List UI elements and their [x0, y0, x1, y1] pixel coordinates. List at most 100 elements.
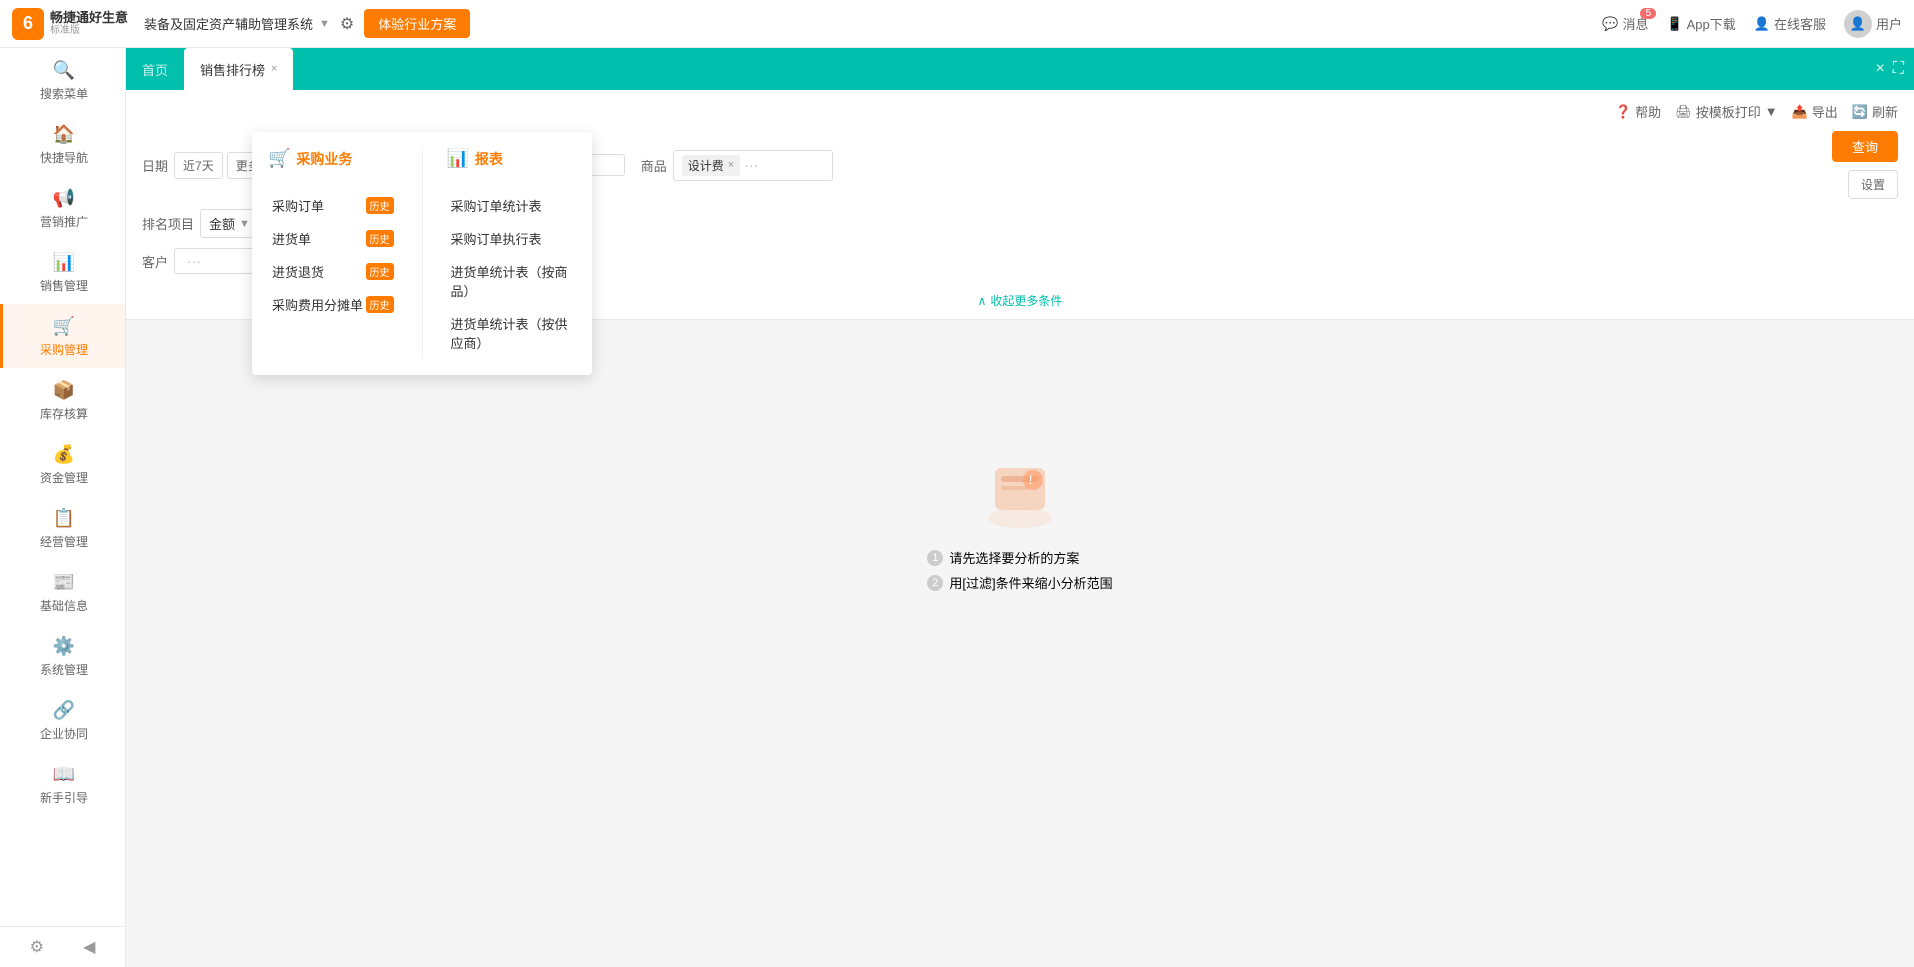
export-icon: 📤 [1792, 104, 1808, 120]
purchase-col-label: 采购业务 [296, 149, 352, 169]
refresh-button[interactable]: 🔄 刷新 [1852, 102, 1898, 121]
dropdown-item-purchase-stat[interactable]: 采购订单统计表 [447, 189, 577, 222]
sidebar-item-search[interactable]: 🔍 搜索菜单 [0, 48, 125, 112]
message-button[interactable]: 💬 消息 5 [1602, 14, 1648, 33]
user-label: 用户 [1876, 14, 1902, 33]
dropdown-item-expense[interactable]: 采购费用分摊单 历史 [268, 288, 398, 321]
dropdown-item-purchase-order[interactable]: 采购订单 历史 [268, 189, 398, 222]
sidebar-item-finance[interactable]: 💰 资金管理 [0, 432, 125, 496]
sidebar-item-sales[interactable]: 📊 销售管理 [0, 240, 125, 304]
ranking-label: 排名项目 [142, 214, 194, 233]
close-icon[interactable]: × [1875, 60, 1884, 78]
sidebar-item-quick-nav[interactable]: 🏠 快捷导航 [0, 112, 125, 176]
query-button[interactable]: 查询 [1832, 131, 1898, 162]
chevron-down-icon: ▼ [239, 218, 250, 230]
main-area: 🔍 搜索菜单 🏠 快捷导航 📢 营销推广 📊 销售管理 🛒 采购管理 📦 [0, 48, 1914, 967]
sidebar-item-system[interactable]: ⚙️ 系统管理 [0, 624, 125, 688]
empty-hints: 1 请先选择要分析的方案 2 用[过滤]条件来缩小分析范围 [927, 548, 1112, 592]
sidebar-item-label: 营销推广 [40, 213, 88, 230]
svg-text:!: ! [1029, 473, 1032, 487]
tab-sales-rank[interactable]: 销售排行榜 × [184, 48, 293, 90]
headset-icon: 👤 [1754, 16, 1770, 32]
hist-badge: 历史 [366, 296, 394, 313]
app-download-label: App下载 [1687, 14, 1736, 33]
sidebar-item-purchase[interactable]: 🛒 采购管理 [0, 304, 125, 368]
top-bar-right: 💬 消息 5 📱 App下载 👤 在线客服 👤 用户 [1602, 10, 1902, 38]
settings-icon[interactable]: ⚙ [30, 937, 44, 957]
purchase-col-icon: 🛒 [268, 148, 290, 169]
export-button[interactable]: 📤 导出 [1792, 102, 1838, 121]
online-service-button[interactable]: 👤 在线客服 [1754, 14, 1826, 33]
sidebar-item-guide[interactable]: 📖 新手引导 [0, 752, 125, 816]
hist-badge: 历史 [366, 263, 394, 280]
message-icon: 💬 [1602, 16, 1618, 32]
home-icon: 🏠 [53, 124, 75, 145]
sidebar-item-operation[interactable]: 📋 经营管理 [0, 496, 125, 560]
print-icon: 🖨 [1675, 104, 1692, 120]
empty-illustration: ! [975, 448, 1065, 538]
print-button[interactable]: 🖨 按模板打印 ▼ [1675, 102, 1777, 121]
help-icon: ❓ [1615, 104, 1631, 120]
collapse-label: 收起更多条件 [990, 292, 1062, 309]
sidebar-item-label: 基础信息 [40, 597, 88, 614]
tab-close-icon[interactable]: × [271, 63, 277, 75]
gear-icon[interactable]: ⚙ [340, 14, 354, 34]
sidebar-item-label: 库存核算 [40, 405, 88, 422]
dropdown-report-title: 📊 报表 [447, 148, 577, 177]
avatar: 👤 [1844, 10, 1872, 38]
customer-label: 客户 [142, 252, 168, 271]
purchase-icon: 🛒 [53, 316, 75, 337]
dropdown-item-incoming-supplier[interactable]: 进货单统计表（按供应商） [447, 307, 577, 359]
goods-filter: 商品 设计费 × ··· [641, 150, 833, 181]
app-download-button[interactable]: 📱 App下载 [1666, 14, 1735, 33]
customer-more-icon[interactable]: ··· [187, 253, 201, 269]
sidebar-item-label: 销售管理 [40, 277, 88, 294]
hint-1-icon: 1 [927, 550, 943, 566]
setting-button[interactable]: 设置 [1848, 170, 1898, 199]
app-wrapper: 6 畅捷通好生意 标准版 装备及固定资产辅助管理系统 ▼ ⚙ 体验行业方案 💬 … [0, 0, 1914, 967]
sidebar-item-marketing[interactable]: 📢 营销推广 [0, 176, 125, 240]
guide-icon: 📖 [53, 764, 75, 785]
search-icon: 🔍 [53, 60, 75, 81]
date-label: 日期 [142, 156, 168, 175]
goods-more-icon[interactable]: ··· [744, 157, 758, 173]
system-selector[interactable]: 装备及固定资产辅助管理系统 ▼ ⚙ [144, 14, 354, 34]
user-menu[interactable]: 👤 用户 [1844, 10, 1902, 38]
dropdown-purchase-title: 🛒 采购业务 [268, 148, 398, 177]
sales-icon: 📊 [53, 252, 75, 273]
tab-home[interactable]: 首页 [126, 48, 184, 90]
dropdown-purchase-col: 🛒 采购业务 采购订单 历史 进货单 历史 进货退货 [268, 148, 398, 359]
empty-svg: ! [975, 448, 1065, 538]
collapse-icon[interactable]: ◀ [83, 937, 95, 957]
top-bar: 6 畅捷通好生意 标准版 装备及固定资产辅助管理系统 ▼ ⚙ 体验行业方案 💬 … [0, 0, 1914, 48]
date-7days-btn[interactable]: 近7天 [174, 152, 223, 179]
sidebar-item-label: 快捷导航 [40, 149, 88, 166]
hint-1: 1 请先选择要分析的方案 [927, 548, 1079, 567]
help-button[interactable]: ❓ 帮助 [1615, 102, 1661, 121]
dropdown-item-incoming-goods[interactable]: 进货单统计表（按商品） [447, 255, 577, 307]
sidebar-item-label: 企业协同 [40, 725, 88, 742]
tab-home-label: 首页 [142, 60, 168, 79]
sidebar-item-basic[interactable]: 📰 基础信息 [0, 560, 125, 624]
tab-sales-rank-label: 销售排行榜 [200, 60, 265, 79]
goods-tag-close[interactable]: × [728, 159, 734, 171]
goods-label: 商品 [641, 156, 667, 175]
sidebar-item-label: 新手引导 [40, 789, 88, 806]
logo-text-main: 畅捷通好生意 [50, 10, 128, 26]
collapse-button[interactable]: ∧ 收起更多条件 [978, 292, 1063, 309]
tab-bar: 首页 销售排行榜 × × ⛶ [126, 48, 1914, 90]
operation-icon: 📋 [53, 508, 75, 529]
sidebar-item-enterprise[interactable]: 🔗 企业协同 [0, 688, 125, 752]
goods-input[interactable]: 设计费 × ··· [673, 150, 833, 181]
industry-button[interactable]: 体验行业方案 [364, 9, 470, 38]
dropdown-item-return[interactable]: 进货退货 历史 [268, 255, 398, 288]
print-label: 按模板打印 [1696, 102, 1761, 121]
dropdown-item-incoming[interactable]: 进货单 历史 [268, 222, 398, 255]
dropdown-item-purchase-exec[interactable]: 采购订单执行表 [447, 222, 577, 255]
hint-2-text: 用[过滤]条件来缩小分析范围 [949, 573, 1112, 592]
hint-2-icon: 2 [927, 575, 943, 591]
hint-2: 2 用[过滤]条件来缩小分析范围 [927, 573, 1112, 592]
sidebar-item-inventory[interactable]: 📦 库存核算 [0, 368, 125, 432]
expand-icon[interactable]: ⛶ [1893, 60, 1904, 78]
logo-icon: 6 [12, 8, 44, 40]
